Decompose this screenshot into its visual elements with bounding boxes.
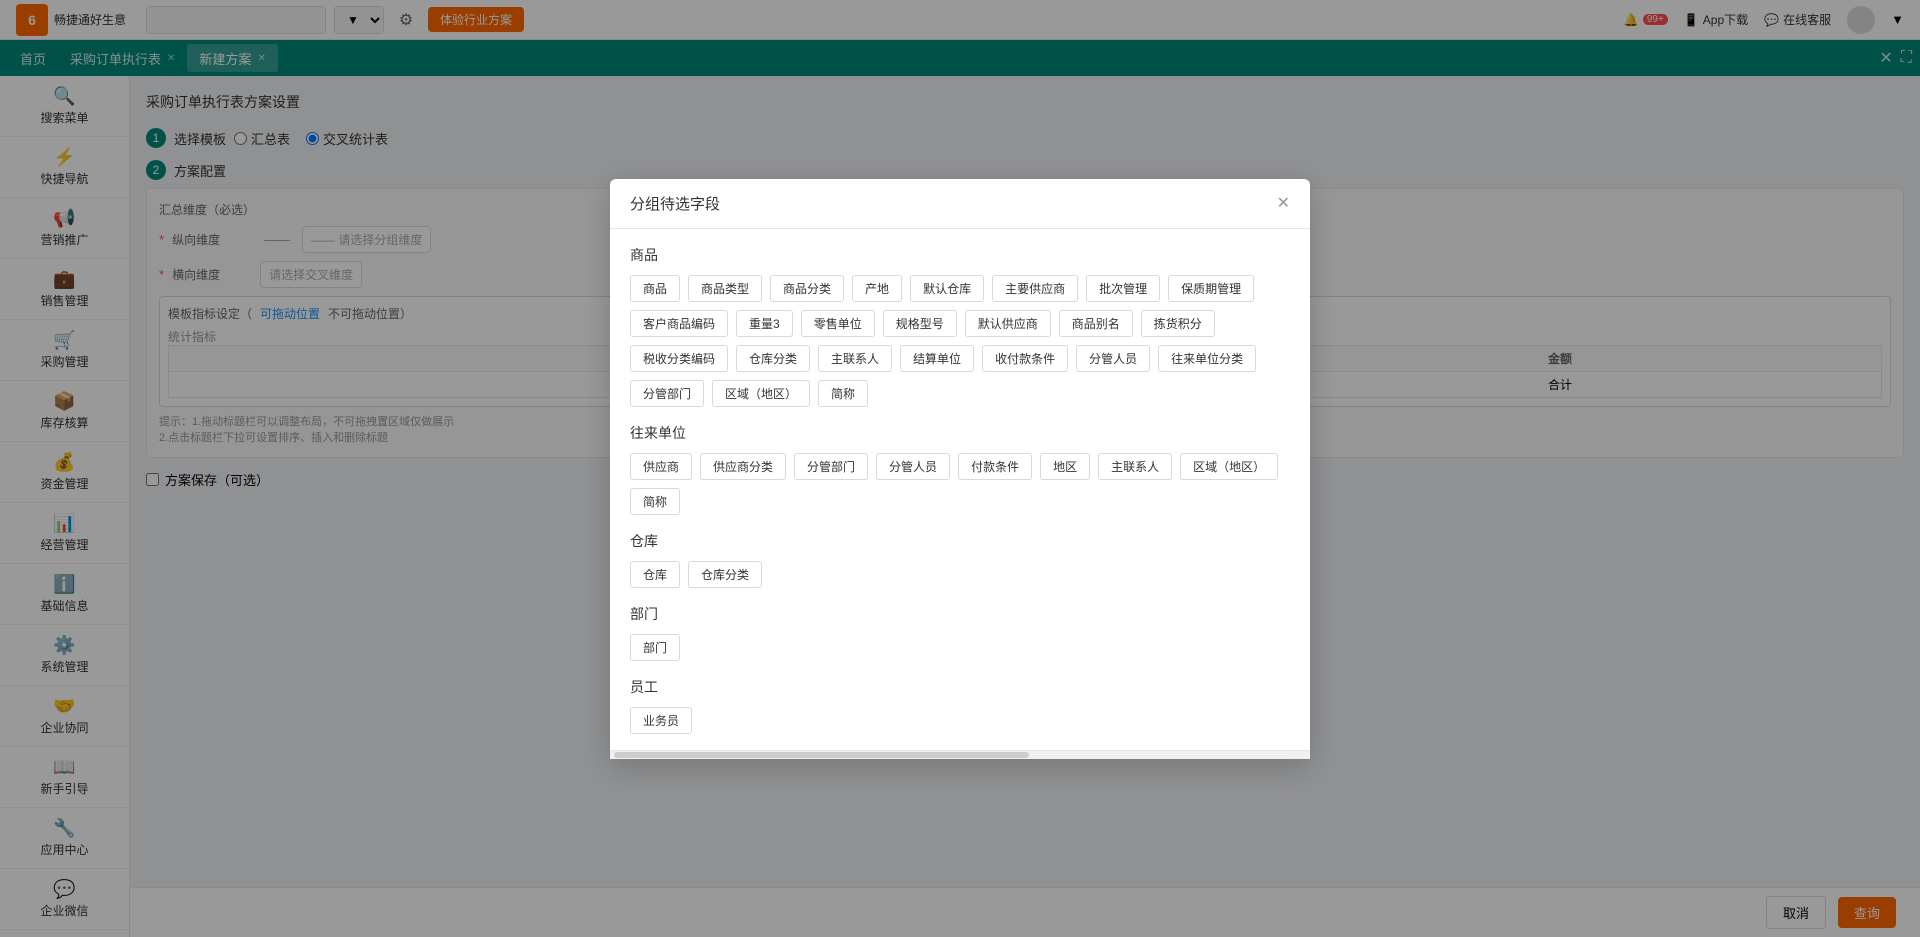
field-tag-payment-terms[interactable]: 收付款条件 [982, 345, 1068, 372]
field-group-employee: 员工 业务员 [630, 677, 1290, 734]
field-tag-tax-code[interactable]: 税收分类编码 [630, 345, 728, 372]
field-tag-picking-points[interactable]: 拣货积分 [1141, 310, 1215, 337]
field-group-employee-title: 员工 [630, 677, 1290, 697]
field-tag-partner-manager[interactable]: 分管人员 [876, 453, 950, 480]
field-tag-warehouse[interactable]: 仓库 [630, 561, 680, 588]
field-tag-batch-mgmt[interactable]: 批次管理 [1086, 275, 1160, 302]
modal-overlay[interactable]: 分组待选字段 ✕ 商品 商品 商品类型 商品分类 产地 默认仓库 主要供应商 批… [0, 0, 1920, 937]
modal-horizontal-scrollbar[interactable] [610, 750, 1310, 758]
field-group-department: 部门 部门 [630, 604, 1290, 661]
field-tag-weight3[interactable]: 重量3 [736, 310, 793, 337]
field-tag-customer-code[interactable]: 客户商品编码 [630, 310, 728, 337]
field-group-partner-title: 往来单位 [630, 423, 1290, 443]
field-tag-supplier[interactable]: 供应商 [630, 453, 692, 480]
field-tag-department[interactable]: 部门 [630, 634, 680, 661]
modal-close-button[interactable]: ✕ [1277, 193, 1290, 213]
field-group-partner: 往来单位 供应商 供应商分类 分管部门 分管人员 付款条件 地区 主联系人 区域… [630, 423, 1290, 515]
field-tag-goods[interactable]: 商品 [630, 275, 680, 302]
field-tags-goods: 商品 商品类型 商品分类 产地 默认仓库 主要供应商 批次管理 保质期管理 客户… [630, 275, 1290, 407]
field-tag-manager[interactable]: 分管人员 [1076, 345, 1150, 372]
field-tag-short-name[interactable]: 简称 [818, 380, 868, 407]
field-tag-main-contact[interactable]: 主联系人 [818, 345, 892, 372]
field-tag-default-supplier[interactable]: 默认供应商 [965, 310, 1051, 337]
field-tag-partner-payment[interactable]: 付款条件 [958, 453, 1032, 480]
modal-header: 分组待选字段 ✕ [610, 179, 1310, 229]
field-tag-region[interactable]: 区域（地区） [712, 380, 810, 407]
field-group-warehouse-title: 仓库 [630, 531, 1290, 551]
field-tag-spec-model[interactable]: 规格型号 [883, 310, 957, 337]
field-tag-partner-category[interactable]: 往来单位分类 [1158, 345, 1256, 372]
field-tag-partner-region[interactable]: 区域（地区） [1180, 453, 1278, 480]
field-tag-main-supplier[interactable]: 主要供应商 [992, 275, 1078, 302]
field-tag-default-warehouse[interactable]: 默认仓库 [910, 275, 984, 302]
field-tags-department: 部门 [630, 634, 1290, 661]
field-group-goods: 商品 商品 商品类型 商品分类 产地 默认仓库 主要供应商 批次管理 保质期管理… [630, 245, 1290, 407]
modal-title: 分组待选字段 [630, 193, 720, 214]
field-tag-supplier-category[interactable]: 供应商分类 [700, 453, 786, 480]
field-tag-partner-short[interactable]: 简称 [630, 488, 680, 515]
field-tag-area[interactable]: 地区 [1040, 453, 1090, 480]
field-tag-goods-category[interactable]: 商品分类 [770, 275, 844, 302]
field-tag-partner-dept[interactable]: 分管部门 [794, 453, 868, 480]
field-group-goods-title: 商品 [630, 245, 1290, 265]
field-tag-expiry-mgmt[interactable]: 保质期管理 [1168, 275, 1254, 302]
field-tag-warehouse-category[interactable]: 仓库分类 [736, 345, 810, 372]
field-tag-partner-contact[interactable]: 主联系人 [1098, 453, 1172, 480]
field-tag-retail-unit[interactable]: 零售单位 [801, 310, 875, 337]
field-tag-dept[interactable]: 分管部门 [630, 380, 704, 407]
h-scroll-thumb [614, 752, 1029, 758]
field-tag-warehouse-cat[interactable]: 仓库分类 [688, 561, 762, 588]
modal-body: 商品 商品 商品类型 商品分类 产地 默认仓库 主要供应商 批次管理 保质期管理… [610, 229, 1310, 751]
field-tag-origin[interactable]: 产地 [852, 275, 902, 302]
field-tags-warehouse: 仓库 仓库分类 [630, 561, 1290, 588]
field-tag-settlement-unit[interactable]: 结算单位 [900, 345, 974, 372]
field-tags-employee: 业务员 [630, 707, 1290, 734]
field-tags-partner: 供应商 供应商分类 分管部门 分管人员 付款条件 地区 主联系人 区域（地区） … [630, 453, 1290, 515]
field-tag-salesperson[interactable]: 业务员 [630, 707, 692, 734]
field-group-warehouse: 仓库 仓库 仓库分类 [630, 531, 1290, 588]
field-group-department-title: 部门 [630, 604, 1290, 624]
field-tag-goods-type[interactable]: 商品类型 [688, 275, 762, 302]
field-tag-goods-alias[interactable]: 商品别名 [1059, 310, 1133, 337]
modal: 分组待选字段 ✕ 商品 商品 商品类型 商品分类 产地 默认仓库 主要供应商 批… [610, 179, 1310, 759]
